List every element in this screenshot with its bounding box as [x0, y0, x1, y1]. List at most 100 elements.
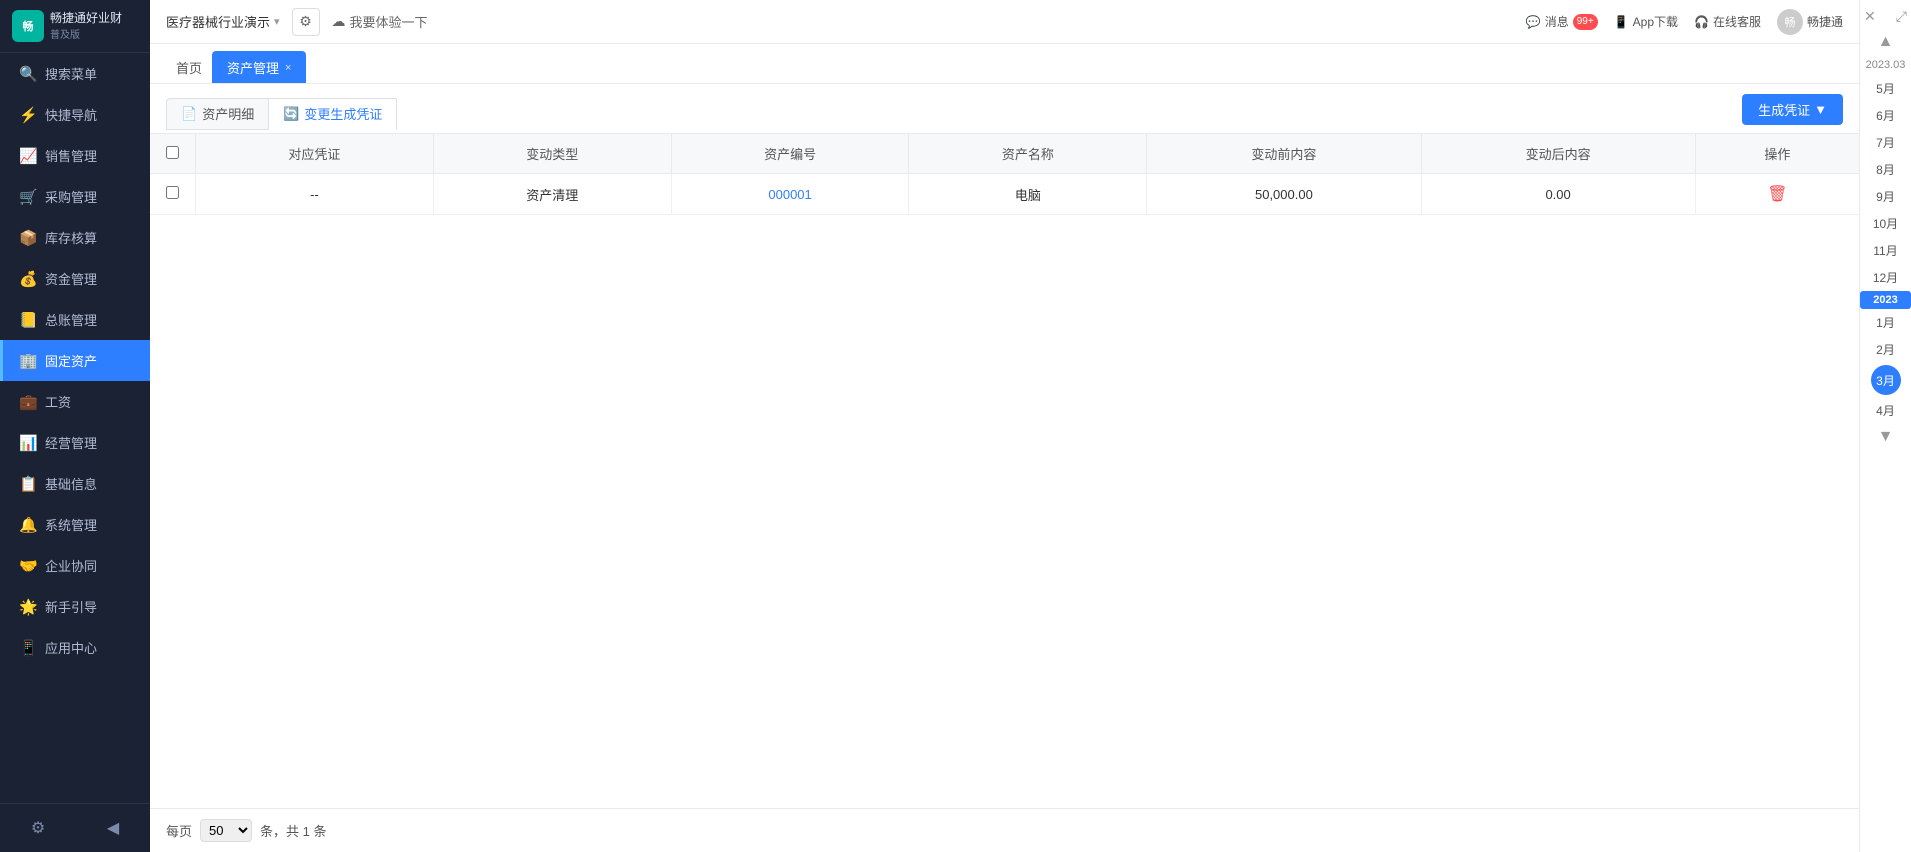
sidebar-item-inventory[interactable]: 📦 库存核算: [0, 217, 150, 258]
sidebar-item-guide[interactable]: 🌟 新手引导: [0, 586, 150, 627]
month-4[interactable]: 4月: [1860, 397, 1911, 424]
table-wrap: 对应凭证 变动类型 资产编号 资产名称 变动前内容 变动后内容 操作: [150, 134, 1859, 808]
year-display: 2023.03: [1860, 55, 1911, 75]
right-calendar-panel: ✕ ⤢ ▲ 2023.03 5月 6月 7月 8月 9月 10月 11月 12月…: [1859, 0, 1911, 852]
customer-service-button[interactable]: 🎧 在线客服: [1694, 13, 1761, 30]
message-button[interactable]: 💬 消息 99+: [1526, 13, 1598, 30]
sidebar-item-operations[interactable]: 📊 经营管理: [0, 422, 150, 463]
logo-version: 普及版: [50, 26, 122, 41]
tabs-bar: 首页 资产管理 ×: [150, 44, 1859, 84]
sidebar-label-sales: 销售管理: [45, 146, 97, 165]
settings-footer-icon[interactable]: ⚙: [23, 814, 53, 842]
tab-label: 资产管理: [227, 58, 279, 77]
sidebar-item-sales[interactable]: 📈 销售管理: [0, 135, 150, 176]
sidebar-item-search[interactable]: 🔍 搜索菜单: [0, 53, 150, 94]
cloud-icon: ☁: [332, 13, 346, 30]
sub-tab-change-voucher-label: 变更生成凭证: [304, 104, 382, 123]
sidebar-item-enterprise[interactable]: 🤝 企业协同: [0, 545, 150, 586]
tab-home[interactable]: 首页: [166, 51, 212, 83]
enterprise-icon: 🤝: [19, 557, 37, 575]
month-12[interactable]: 12月: [1860, 264, 1911, 291]
sidebar-label-guide: 新手引导: [45, 597, 97, 616]
sub-tab-asset-detail-label: 资产明细: [202, 104, 254, 123]
sidebar-label-system: 系统管理: [45, 515, 97, 534]
message-icon: 💬: [1526, 15, 1541, 29]
sidebar-item-system[interactable]: 🔔 系统管理: [0, 504, 150, 545]
dropdown-arrow-icon: ▼: [1814, 102, 1827, 117]
panel-expand-button[interactable]: ⤢: [1896, 8, 1907, 25]
sidebar-label-operations: 经营管理: [45, 433, 97, 452]
experience-button[interactable]: ☁ 我要体验一下: [332, 12, 428, 31]
sidebar: 畅 畅捷通好业财 普及版 🔍 搜索菜单 ⚡ 快捷导航 📈 销售管理 🛒 采购管理…: [0, 0, 150, 852]
per-page-select[interactable]: 50 10 20 100: [200, 819, 252, 842]
change-voucher-icon: 🔄: [283, 106, 299, 122]
select-all-checkbox[interactable]: [166, 146, 179, 159]
user-menu[interactable]: 畅 畅捷通: [1777, 9, 1843, 35]
tab-asset-management[interactable]: 资产管理 ×: [212, 51, 306, 83]
sidebar-item-funds[interactable]: 💰 资金管理: [0, 258, 150, 299]
asset-table: 对应凭证 变动类型 资产编号 资产名称 变动前内容 变动后内容 操作: [150, 134, 1859, 215]
sidebar-item-purchase[interactable]: 🛒 采购管理: [0, 176, 150, 217]
gear-icon: ⚙: [299, 13, 312, 30]
sub-tab-change-voucher[interactable]: 🔄 变更生成凭证: [268, 98, 397, 130]
sidebar-label-ledger: 总账管理: [45, 310, 97, 329]
panel-header: ✕ ⤢: [1860, 8, 1911, 25]
header-before-change: 变动前内容: [1147, 134, 1421, 174]
sidebar-item-ledger[interactable]: 📒 总账管理: [0, 299, 150, 340]
company-name: 医疗器械行业演示: [166, 12, 270, 31]
month-8[interactable]: 8月: [1860, 156, 1911, 183]
header-change-type: 变动类型: [433, 134, 671, 174]
headset-icon: 🎧: [1694, 15, 1709, 29]
row-checkbox-cell: [150, 174, 196, 215]
fixed-assets-icon: 🏢: [19, 352, 37, 370]
download-icon: 📱: [1614, 15, 1629, 29]
topbar-settings-button[interactable]: ⚙: [292, 8, 320, 36]
sidebar-label-quick-nav: 快捷导航: [45, 105, 97, 124]
sidebar-item-fixed-assets[interactable]: 🏢 固定资产: [0, 340, 150, 381]
month-11[interactable]: 11月: [1860, 237, 1911, 264]
collapse-sidebar-icon[interactable]: ◀: [99, 814, 127, 842]
sidebar-label-purchase: 采购管理: [45, 187, 97, 206]
row-asset-code: 000001: [671, 174, 909, 215]
app-download-button[interactable]: 📱 App下载: [1614, 13, 1678, 30]
month-9[interactable]: 9月: [1860, 183, 1911, 210]
header-asset-name: 资产名称: [909, 134, 1147, 174]
salary-icon: 💼: [19, 393, 37, 411]
sidebar-item-salary[interactable]: 💼 工资: [0, 381, 150, 422]
sales-icon: 📈: [19, 147, 37, 165]
table-header: 对应凭证 变动类型 资产编号 资产名称 变动前内容 变动后内容 操作: [150, 134, 1859, 174]
row-checkbox[interactable]: [166, 186, 179, 199]
sidebar-item-basic-info[interactable]: 📋 基础信息: [0, 463, 150, 504]
month-3-active[interactable]: 3月: [1871, 365, 1901, 395]
avatar: 畅: [1777, 9, 1803, 35]
calendar-up-arrow[interactable]: ▲: [1874, 29, 1898, 55]
generate-voucher-label: 生成凭证: [1758, 100, 1810, 119]
logo-icon: 畅: [12, 10, 44, 42]
topbar-right: 💬 消息 99+ 📱 App下载 🎧 在线客服 畅 畅捷通: [1526, 9, 1843, 35]
sidebar-label-funds: 资金管理: [45, 269, 97, 288]
sub-tab-asset-detail[interactable]: 📄 资产明细: [166, 98, 269, 130]
month-7[interactable]: 7月: [1860, 129, 1911, 156]
search-icon: 🔍: [19, 65, 37, 83]
month-5[interactable]: 5月: [1860, 75, 1911, 102]
month-2[interactable]: 2月: [1860, 336, 1911, 363]
total-text: 条，共 1 条: [260, 821, 326, 840]
guide-icon: 🌟: [19, 598, 37, 616]
sidebar-footer: ⚙ ◀: [0, 803, 150, 852]
header-after-change: 变动后内容: [1421, 134, 1695, 174]
company-selector[interactable]: 医疗器械行业演示 ▾: [166, 12, 280, 31]
tab-close-icon[interactable]: ×: [285, 62, 291, 74]
panel-close-button[interactable]: ✕: [1864, 8, 1876, 25]
generate-voucher-button[interactable]: 生成凭证 ▼: [1742, 94, 1843, 125]
month-10[interactable]: 10月: [1860, 210, 1911, 237]
calendar-down-arrow[interactable]: ▼: [1874, 424, 1898, 450]
sidebar-item-quick-nav[interactable]: ⚡ 快捷导航: [0, 94, 150, 135]
year-2023-marker[interactable]: 2023: [1860, 291, 1911, 309]
sub-tabs: 📄 资产明细 🔄 变更生成凭证 生成凭证 ▼: [150, 84, 1859, 134]
month-6[interactable]: 6月: [1860, 102, 1911, 129]
delete-row-button[interactable]: 🗑: [1767, 184, 1787, 204]
sidebar-item-app-center[interactable]: 📱 应用中心: [0, 627, 150, 668]
ledger-icon: 📒: [19, 311, 37, 329]
inventory-icon: 📦: [19, 229, 37, 247]
month-1[interactable]: 1月: [1860, 309, 1911, 336]
